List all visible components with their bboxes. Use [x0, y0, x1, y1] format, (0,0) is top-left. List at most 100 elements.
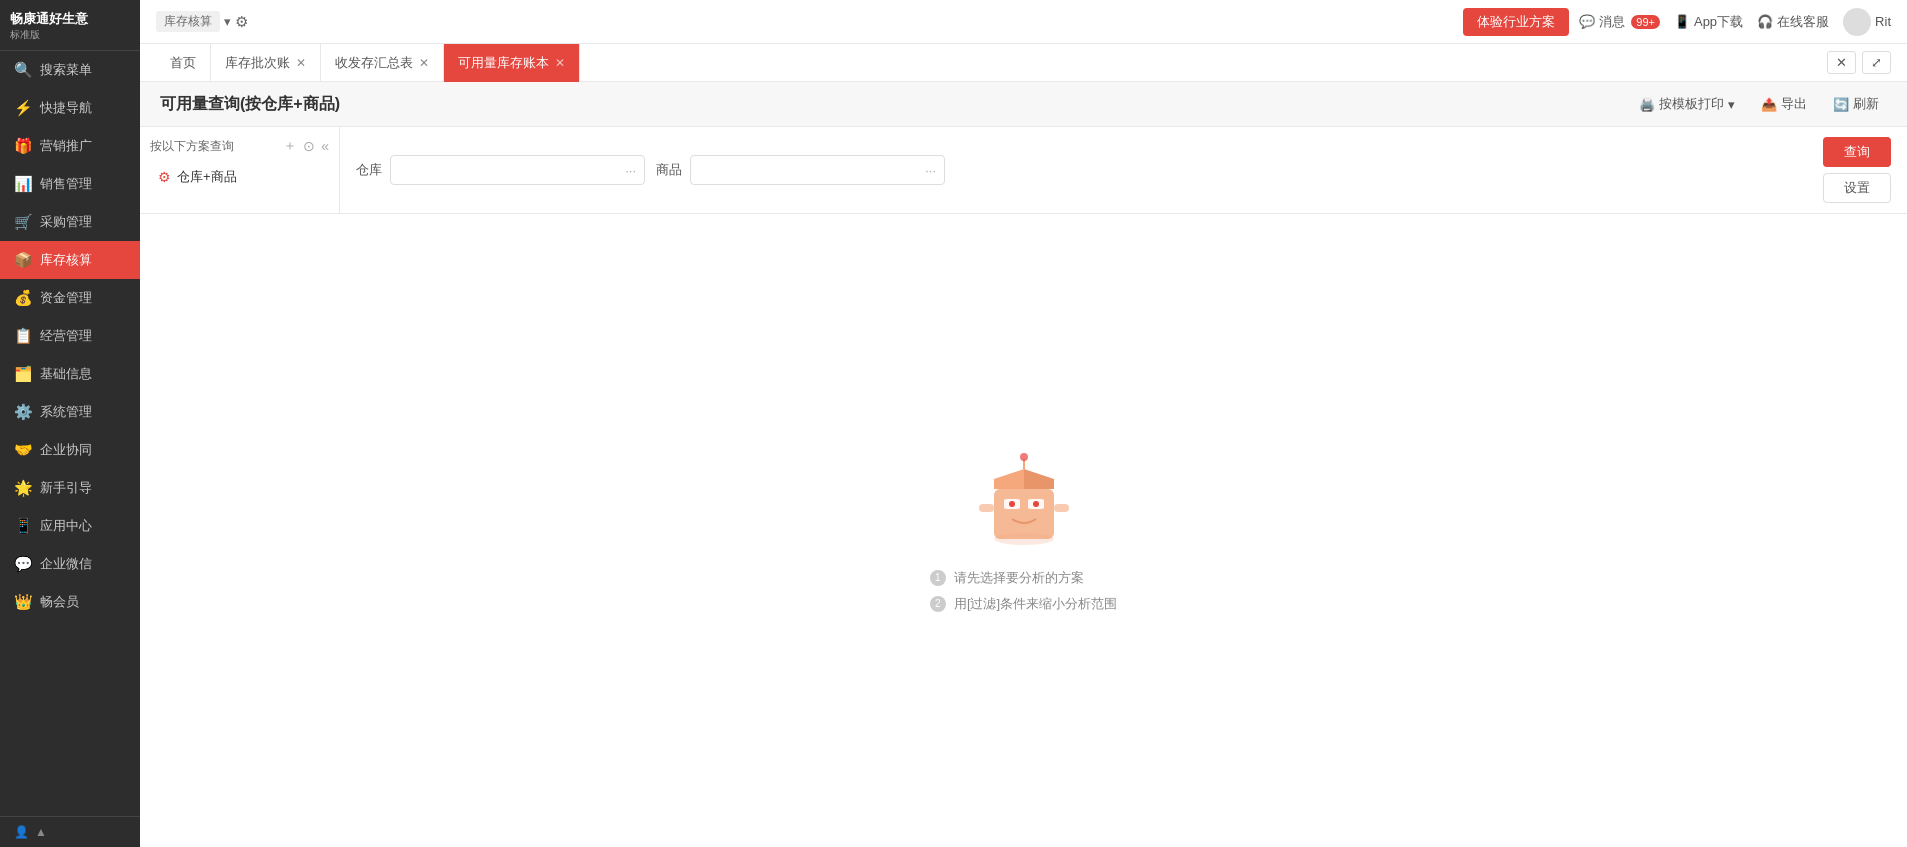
sidebar-item-label: 采购管理	[40, 213, 92, 231]
query-button[interactable]: 查询	[1823, 137, 1891, 167]
message-button[interactable]: 💬 消息 99+	[1579, 13, 1660, 31]
warehouse-input[interactable]	[390, 155, 645, 185]
product-suffix-icon[interactable]: ···	[925, 163, 936, 178]
export-button[interactable]: 📤 导出	[1753, 92, 1815, 116]
sidebar-item-member[interactable]: 👑 畅会员	[0, 583, 140, 621]
sidebar-item-label: 快捷导航	[40, 99, 92, 117]
user-menu[interactable]: Rit	[1843, 8, 1891, 36]
svg-point-9	[1020, 453, 1028, 461]
warehouse-suffix-icon[interactable]: ···	[625, 163, 636, 178]
header-gear-icon[interactable]: ⚙	[235, 13, 248, 31]
tab-inventory-batch[interactable]: 库存批次账 ✕	[211, 44, 321, 82]
product-label: 商品	[656, 161, 682, 179]
empty-state: 1 请先选择要分析的方案 2 用[过滤]条件来缩小分析范围	[140, 214, 1907, 847]
app-icon: 📱	[1674, 14, 1690, 29]
empty-illustration	[974, 449, 1074, 549]
sidebar-item-newbie[interactable]: 🌟 新手引导	[0, 469, 140, 507]
page-title: 可用量查询(按仓库+商品)	[160, 94, 340, 115]
tip-num-2: 2	[930, 596, 946, 612]
newbie-icon: 🌟	[14, 479, 32, 497]
purchase-icon: 🛒	[14, 213, 32, 231]
action-label: 导出	[1781, 95, 1807, 113]
sidebar-item-label: 经营管理	[40, 327, 92, 345]
warehouse-field: 仓库 ···	[356, 155, 636, 185]
tab-close-icon[interactable]: ✕	[555, 56, 565, 70]
appstore-icon: 📱	[14, 517, 32, 535]
product-input[interactable]	[690, 155, 945, 185]
system-icon: ⚙️	[14, 403, 32, 421]
sidebar-item-search[interactable]: 🔍 搜索菜单	[0, 51, 140, 89]
product-field: 商品 ···	[656, 155, 936, 185]
scheme-label: 仓库+商品	[177, 168, 237, 186]
sidebar-item-appstore[interactable]: 📱 应用中心	[0, 507, 140, 545]
settings-button[interactable]: 设置	[1823, 173, 1891, 203]
tab-home[interactable]: 首页	[156, 44, 211, 82]
warehouse-label: 仓库	[356, 161, 382, 179]
sidebar-item-wechat[interactable]: 💬 企业微信	[0, 545, 140, 583]
svg-rect-1	[994, 489, 1054, 539]
sidebar-item-shortcut[interactable]: ⚡ 快捷导航	[0, 89, 140, 127]
sidebar-item-label: 企业协同	[40, 441, 92, 459]
tab-receipt-summary[interactable]: 收发存汇总表 ✕	[321, 44, 444, 82]
tab-available-qty[interactable]: 可用量库存账本 ✕	[444, 44, 580, 82]
sidebar-item-basic[interactable]: 🗂️ 基础信息	[0, 355, 140, 393]
refresh-button[interactable]: 🔄 刷新	[1825, 92, 1887, 116]
page-actions: 🖨️ 按模板打印 ▾ 📤 导出 🔄 刷新	[1631, 92, 1887, 116]
service-button[interactable]: 🎧 在线客服	[1757, 13, 1829, 31]
sidebar-item-marketing[interactable]: 🎁 营销推广	[0, 127, 140, 165]
sidebar-item-purchase[interactable]: 🛒 采购管理	[0, 203, 140, 241]
collapse-icon[interactable]: «	[321, 138, 329, 154]
sidebar-item-label: 销售管理	[40, 175, 92, 193]
message-icon: 💬	[1579, 14, 1595, 29]
query-btn-area: 查询 设置	[1807, 127, 1907, 213]
sidebar-item-operation[interactable]: 📋 经营管理	[0, 317, 140, 355]
tab-close-icon[interactable]: ✕	[419, 56, 429, 70]
tip-num-1: 1	[930, 570, 946, 586]
query-sidebar-title: 按以下方案查询	[150, 138, 234, 155]
scheme-item-warehouse-product[interactable]: ⚙ 仓库+商品	[150, 163, 329, 191]
template-print-button[interactable]: 🖨️ 按模板打印 ▾	[1631, 92, 1743, 116]
export-icon: 📤	[1761, 97, 1777, 112]
app-download-button[interactable]: 📱 App下载	[1674, 13, 1743, 31]
dropdown-icon[interactable]: ▾	[1728, 97, 1735, 112]
sidebar-item-sales[interactable]: 📊 销售管理	[0, 165, 140, 203]
search-icon: 🔍	[14, 61, 32, 79]
add-scheme-icon[interactable]: ＋	[283, 137, 297, 155]
main-content: 库存核算 ▾ ⚙ 体验行业方案 💬 消息 99+ 📱 App下载 🎧 在线客服 …	[140, 0, 1907, 847]
sidebar-item-enterprise[interactable]: 🤝 企业协同	[0, 431, 140, 469]
header-right: 💬 消息 99+ 📱 App下载 🎧 在线客服 Rit	[1579, 8, 1891, 36]
tip-text-1: 请先选择要分析的方案	[954, 569, 1084, 587]
refresh-icon: 🔄	[1833, 97, 1849, 112]
sidebar-scroll-up[interactable]: ▲	[35, 825, 47, 839]
svg-marker-2	[994, 469, 1024, 489]
member-icon: 👑	[14, 593, 32, 611]
query-sidebar-header: 按以下方案查询 ＋ ⊙ «	[150, 137, 329, 155]
sidebar-nav: 🔍 搜索菜单 ⚡ 快捷导航 🎁 营销推广 📊 销售管理 🛒 采购管理 📦 库存核…	[0, 51, 140, 816]
breadcrumb-dropdown[interactable]: ▾	[224, 14, 231, 29]
sidebar-item-label: 基础信息	[40, 365, 92, 383]
operation-icon: 📋	[14, 327, 32, 345]
top-header: 库存核算 ▾ ⚙ 体验行业方案 💬 消息 99+ 📱 App下载 🎧 在线客服 …	[140, 0, 1907, 44]
svg-marker-3	[1024, 469, 1054, 489]
sidebar-item-system[interactable]: ⚙️ 系统管理	[0, 393, 140, 431]
sidebar-item-finance[interactable]: 💰 资金管理	[0, 279, 140, 317]
settings-scheme-icon[interactable]: ⊙	[303, 138, 315, 154]
sidebar-item-inventory[interactable]: 📦 库存核算	[0, 241, 140, 279]
sidebar-bottom[interactable]: 👤 ▲	[0, 816, 140, 847]
query-scheme-sidebar: 按以下方案查询 ＋ ⊙ « ⚙ 仓库+商品	[140, 127, 340, 213]
svg-point-6	[1009, 501, 1015, 507]
trial-button[interactable]: 体验行业方案	[1463, 8, 1569, 36]
tab-label: 首页	[170, 54, 196, 72]
empty-tips: 1 请先选择要分析的方案 2 用[过滤]条件来缩小分析范围	[930, 569, 1117, 613]
tab-label: 可用量库存账本	[458, 54, 549, 72]
tab-close-icon[interactable]: ✕	[296, 56, 306, 70]
sidebar-item-label: 新手引导	[40, 479, 92, 497]
sidebar-item-label: 库存核算	[40, 251, 92, 269]
sidebar-item-label: 企业微信	[40, 555, 92, 573]
close-tab-button[interactable]: ✕	[1827, 51, 1856, 74]
service-label: 在线客服	[1777, 13, 1829, 31]
logo-title: 畅康通好生意	[10, 10, 130, 28]
expand-button[interactable]: ⤢	[1862, 51, 1891, 74]
svg-rect-11	[1054, 504, 1069, 512]
sales-icon: 📊	[14, 175, 32, 193]
